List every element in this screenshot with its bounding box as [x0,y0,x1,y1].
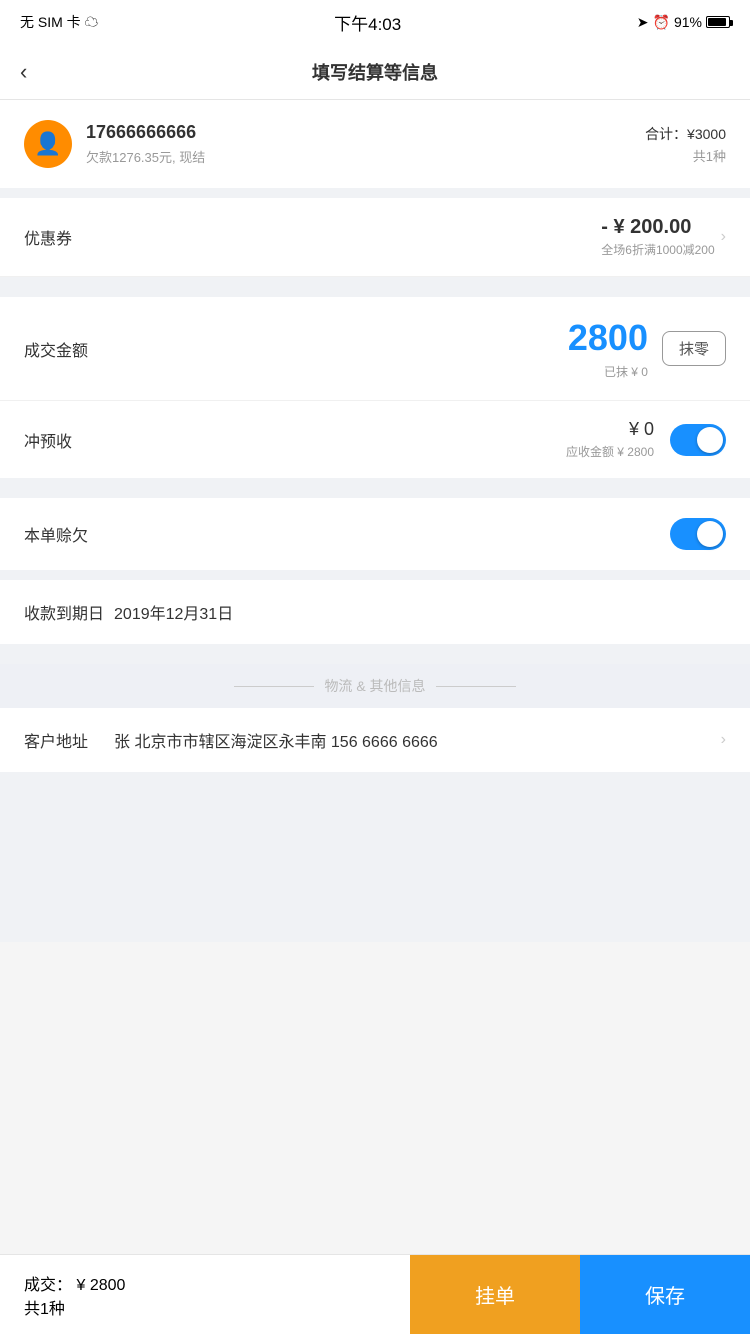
address-value: 张 北京市市辖区海淀区永丰南 156 6666 6666 [114,728,713,752]
due-date-value: 2019年12月31日 [114,600,233,624]
gray-divider-2 [0,488,750,498]
coupon-info: - ¥ 200.00 全场6折满1000减200 [601,216,714,258]
battery-icon [706,16,730,28]
total-count: 共1种 [645,146,726,165]
prepay-value: ¥ 0 [566,419,654,440]
status-right: ➤ ⏰ 91% [637,14,730,31]
avatar: 👤 [24,120,72,168]
prepay-sub: 应收金额 ¥ 2800 [566,443,654,460]
address-label: 客户地址 [24,728,104,752]
address-section: 客户地址 张 北京市市辖区海淀区永丰南 156 6666 6666 › [0,708,750,772]
status-time: 下午4:03 [334,10,401,35]
prepay-value-block: ¥ 0 应收金额 ¥ 2800 [566,419,654,460]
customer-phone: 17666666666 [86,122,205,143]
summary-label: 成交： [24,1277,72,1294]
prepay-label: 冲预收 [24,428,72,452]
battery-percent: 91% [674,14,702,30]
coupon-right: - ¥ 200.00 全场6折满1000减200 › [601,216,726,258]
prepay-toggle[interactable] [670,424,726,456]
customer-card: 👤 17666666666 欠款1276.35元, 现结 合计：¥3000 共1… [0,100,750,188]
coupon-desc: 全场6折满1000减200 [601,241,714,258]
bottom-summary: 成交： ¥ 2800 共1种 [0,1271,410,1319]
credit-toggle[interactable] [670,518,726,550]
credit-section: 本单赊欠 [0,498,750,570]
prepay-right: ¥ 0 应收金额 ¥ 2800 [566,419,726,460]
amount-value-block: 2800 已抹 ¥ 0 [568,317,648,380]
amount-value: 2800 [568,317,648,359]
sim-text: 无 SIM 卡 ☁ [20,12,99,32]
save-button[interactable]: 保存 [580,1255,750,1334]
amount-row: 成交金额 2800 已抹 ¥ 0 抹零 [0,297,750,400]
prepay-row: 冲预收 ¥ 0 应收金额 ¥ 2800 [0,400,750,478]
summary-value: ¥ 2800 [76,1277,125,1294]
chevron-right-icon: › [721,228,726,246]
suspend-button[interactable]: 挂单 [410,1255,580,1334]
customer-info: 17666666666 欠款1276.35元, 现结 [86,122,205,166]
credit-row: 本单赊欠 [0,498,750,570]
credit-toggle-knob [697,521,723,547]
location-icon: ➤ [637,14,649,31]
round-button[interactable]: 抹零 [662,331,726,366]
content-area: 👤 17666666666 欠款1276.35元, 现结 合计：¥3000 共1… [0,100,750,942]
coupon-label: 优惠券 [24,225,72,249]
status-left: 无 SIM 卡 ☁ [20,12,99,32]
alarm-icon: ⏰ [653,14,670,31]
credit-label: 本单赊欠 [24,522,88,546]
customer-total: 合计：¥3000 共1种 [645,124,726,165]
summary-line1: 成交： ¥ 2800 [24,1271,386,1295]
customer-left: 👤 17666666666 欠款1276.35元, 现结 [24,120,205,168]
logistics-divider-text: 物流 & 其他信息 [234,676,515,696]
status-bar: 无 SIM 卡 ☁ 下午4:03 ➤ ⏰ 91% [0,0,750,44]
page-title: 填写结算等信息 [312,59,438,85]
address-chevron-icon: › [721,731,726,749]
coupon-row[interactable]: 优惠券 - ¥ 200.00 全场6折满1000减200 › [0,198,750,277]
total-label: 合计：¥3000 [645,124,726,144]
due-date-label: 收款到期日 [24,600,104,624]
amount-section: 成交金额 2800 已抹 ¥ 0 抹零 冲预收 ¥ 0 应收金额 ¥ 2800 [0,297,750,478]
customer-debt: 欠款1276.35元, 现结 [86,147,205,166]
logistics-divider: 物流 & 其他信息 [0,664,750,708]
bottom-bar: 成交： ¥ 2800 共1种 挂单 保存 [0,1254,750,1334]
amount-right: 2800 已抹 ¥ 0 抹零 [568,317,726,380]
gray-divider-1 [0,287,750,297]
coupon-section: 优惠券 - ¥ 200.00 全场6折满1000减200 › [0,198,750,277]
due-date-row: 收款到期日 2019年12月31日 [0,580,750,644]
gray-divider-3 [0,654,750,664]
summary-count: 共1种 [24,1295,386,1319]
coupon-discount: - ¥ 200.00 [601,216,714,239]
nav-bar: ‹ 填写结算等信息 [0,44,750,100]
amount-sub: 已抹 ¥ 0 [568,363,648,380]
address-row[interactable]: 客户地址 张 北京市市辖区海淀区永丰南 156 6666 6666 › [0,708,750,772]
toggle-knob [697,427,723,453]
bottom-spacer [0,782,750,942]
back-button[interactable]: ‹ [20,59,27,85]
amount-label: 成交金额 [24,337,88,361]
